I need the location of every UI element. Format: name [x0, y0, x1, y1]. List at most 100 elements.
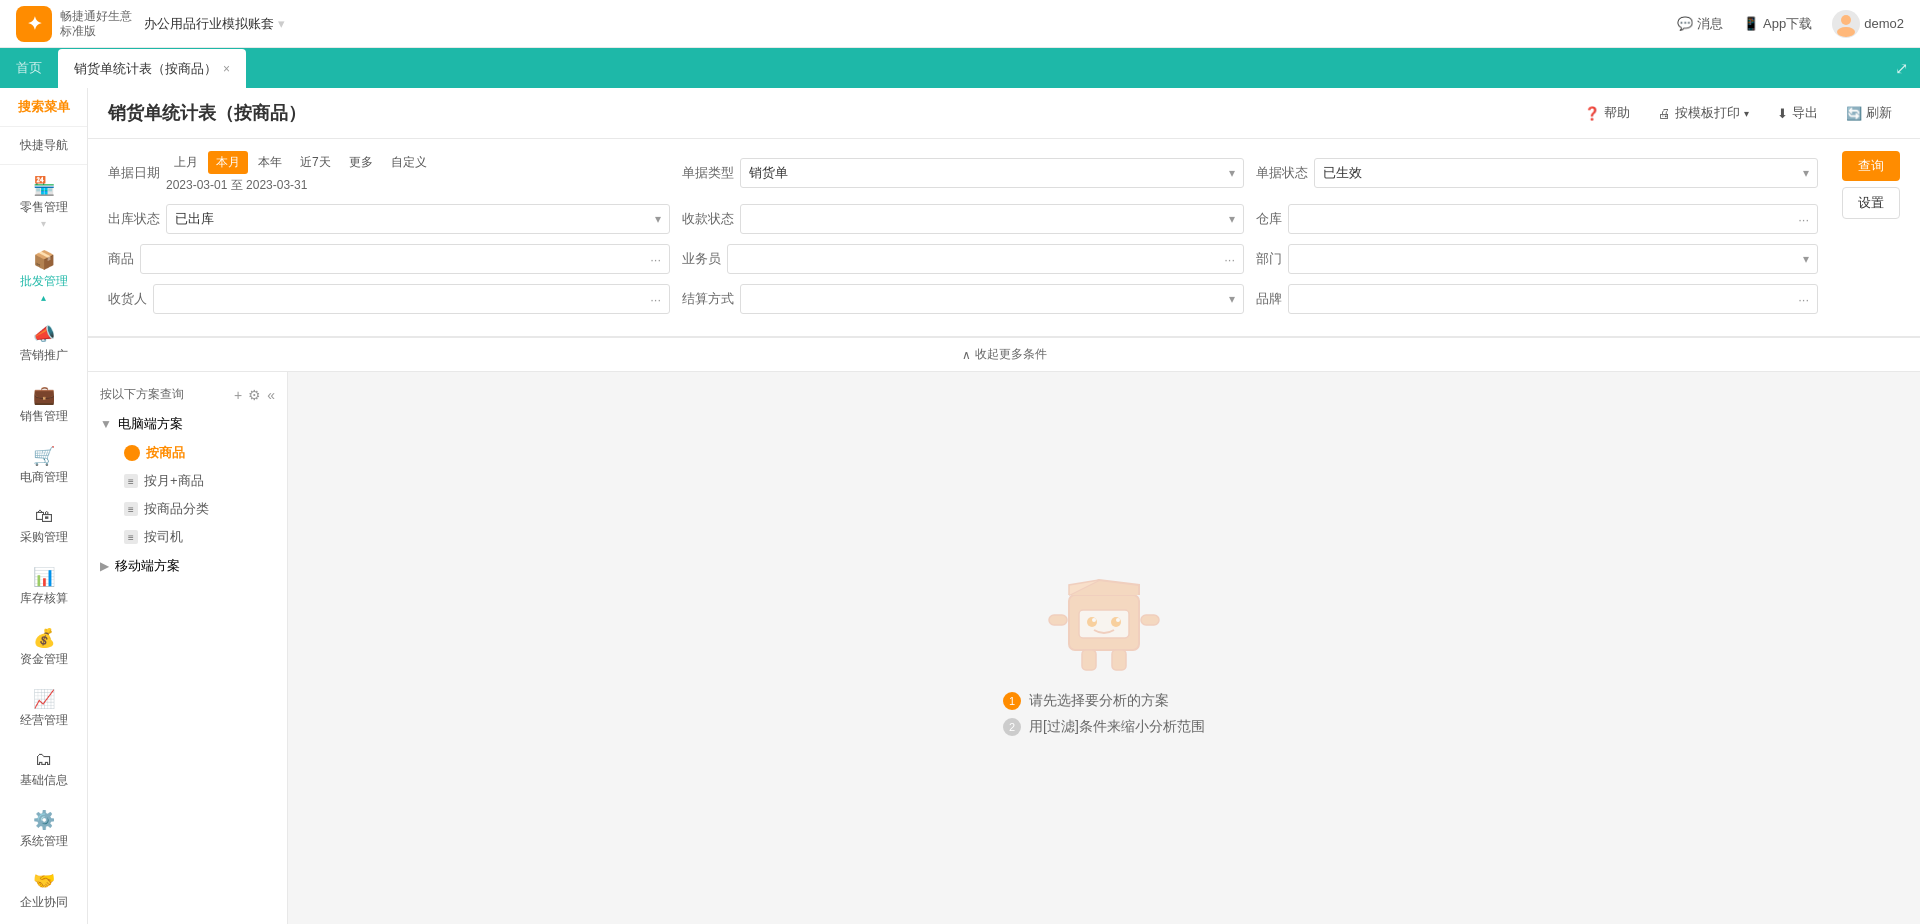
brand-ellipsis: ···	[1798, 292, 1809, 307]
sidebar-search[interactable]: 搜索菜单	[0, 88, 87, 127]
edit-scheme-btn[interactable]: ⚙	[248, 387, 261, 403]
by-goods-icon	[124, 445, 140, 461]
print-icon: 🖨	[1658, 106, 1671, 121]
sidebar-item-marketing[interactable]: 📣 营销推广	[0, 313, 87, 374]
query-button[interactable]: 查询	[1842, 151, 1900, 181]
tab-close-btn[interactable]: ×	[223, 62, 230, 76]
date-this-month-btn[interactable]: 本月	[208, 151, 248, 174]
receiver-field: 收货人 ···	[108, 284, 670, 314]
warehouse-label: 仓库	[1256, 210, 1282, 228]
tab-sales-stats[interactable]: 销货单统计表（按商品） ×	[58, 49, 246, 89]
date-last-month-btn[interactable]: 上月	[166, 151, 206, 174]
tree-sub-item-by-category[interactable]: ≡ 按商品分类	[104, 495, 287, 523]
out-status-chevron: ▾	[655, 212, 661, 226]
left-panel-actions: + ⚙ «	[234, 387, 275, 403]
tab-home[interactable]: 首页	[0, 48, 58, 88]
empty-tip-2: 2 用[过滤]条件来缩小分析范围	[1003, 718, 1205, 736]
department-select[interactable]: ▾	[1288, 244, 1818, 274]
salesperson-ellipsis: ···	[1224, 252, 1235, 267]
refresh-icon: 🔄	[1846, 106, 1862, 121]
logo-area[interactable]: ✦ 畅捷通好生意 标准版	[16, 6, 132, 42]
settlement-field: 结算方式 ▾	[682, 284, 1244, 314]
top-nav: ✦ 畅捷通好生意 标准版 办公用品行业模拟账套 ▾ 💬 消息 📱 App下载 d…	[0, 0, 1920, 48]
out-status-select[interactable]: 已出库 ▾	[166, 204, 670, 234]
goods-input[interactable]: ···	[140, 244, 670, 274]
print-arrow-icon: ▾	[1744, 108, 1749, 119]
message-btn[interactable]: 💬 消息	[1677, 15, 1723, 33]
sidebar-item-purchase[interactable]: 🛍 采购管理	[0, 496, 87, 556]
filter-row-1: 单据日期 上月 本月 本年 近7天 更多 自定义 2023-03-01 至 20…	[108, 151, 1818, 194]
export-btn[interactable]: ⬇ 导出	[1769, 100, 1826, 126]
date-7days-btn[interactable]: 近7天	[292, 151, 339, 174]
operation-icon: 📈	[33, 688, 55, 710]
collapse-icon: ∧	[962, 348, 971, 362]
basic-info-icon: 🗂	[35, 749, 53, 770]
left-panel-title: 按以下方案查询	[100, 386, 184, 403]
marketing-icon: 📣	[33, 323, 55, 345]
salesperson-input[interactable]: ···	[727, 244, 1244, 274]
date-more-btn[interactable]: 更多	[341, 151, 381, 174]
tree-sub-item-by-month-goods[interactable]: ≡ 按月+商品	[104, 467, 287, 495]
enterprise-icon: 🤝	[33, 870, 55, 892]
date-range-text: 2023-03-01 至 2023-03-31	[166, 177, 670, 194]
sidebar-item-inventory[interactable]: 📊 库存核算	[0, 556, 87, 617]
date-this-year-btn[interactable]: 本年	[250, 151, 290, 174]
sidebar-item-retail[interactable]: 🏪 零售管理 ▾	[0, 165, 87, 239]
page-body: 按以下方案查询 + ⚙ « ▼ 电脑端方案 按商品	[88, 372, 1920, 924]
settlement-label: 结算方式	[682, 290, 734, 308]
date-custom-btn[interactable]: 自定义	[383, 151, 435, 174]
brand-input[interactable]: ···	[1288, 284, 1818, 314]
app-download-btn[interactable]: 📱 App下载	[1743, 15, 1812, 33]
user-area[interactable]: demo2	[1832, 10, 1904, 38]
wholesale-icon: 📦	[33, 249, 55, 271]
settings-button[interactable]: 设置	[1842, 187, 1900, 219]
tree-mobile-expand-icon: ▶	[100, 559, 109, 573]
filter-fields: 单据日期 上月 本月 本年 近7天 更多 自定义 2023-03-01 至 20…	[108, 151, 1818, 324]
receiver-label: 收货人	[108, 290, 147, 308]
doc-type-select[interactable]: 销货单 ▾	[740, 158, 1244, 188]
breadcrumb[interactable]: 办公用品行业模拟账套 ▾	[144, 15, 285, 33]
logo-icon: ✦	[16, 6, 52, 42]
left-panel-header: 按以下方案查询 + ⚙ «	[88, 380, 287, 409]
page-header-top: 销货单统计表（按商品） ❓ 帮助 🖨 按模板打印 ▾ ⬇ 导出	[108, 100, 1900, 126]
template-print-btn[interactable]: 🖨 按模板打印 ▾	[1650, 100, 1757, 126]
collapse-panel-btn[interactable]: «	[267, 387, 275, 403]
sidebar-item-finance[interactable]: 💰 资金管理	[0, 617, 87, 678]
doc-status-select[interactable]: 已生效 ▾	[1314, 158, 1818, 188]
collapse-bar[interactable]: ∧ 收起更多条件	[88, 337, 1920, 372]
sidebar-item-sales[interactable]: 💼 销售管理	[0, 374, 87, 435]
goods-ellipsis: ···	[650, 252, 661, 267]
top-nav-left: ✦ 畅捷通好生意 标准版 办公用品行业模拟账套 ▾	[16, 6, 285, 42]
tree-children-desktop: 按商品 ≡ 按月+商品 ≡ 按商品分类 ≡ 按司机	[88, 439, 287, 551]
refresh-btn[interactable]: 🔄 刷新	[1838, 100, 1900, 126]
sidebar-quick-nav[interactable]: 快捷导航	[0, 127, 87, 165]
out-status-label: 出库状态	[108, 210, 160, 228]
receiver-input[interactable]: ···	[153, 284, 670, 314]
empty-tips: 1 请先选择要分析的方案 2 用[过滤]条件来缩小分析范围	[1003, 692, 1205, 736]
content-area: 销货单统计表（按商品） ❓ 帮助 🖨 按模板打印 ▾ ⬇ 导出	[88, 88, 1920, 924]
date-field: 单据日期 上月 本月 本年 近7天 更多 自定义 2023-03-01 至 20…	[108, 151, 670, 194]
settlement-select[interactable]: ▾	[740, 284, 1244, 314]
svg-rect-11	[1112, 650, 1126, 670]
tree-sub-item-by-driver[interactable]: ≡ 按司机	[104, 523, 287, 551]
sidebar-item-ecommerce[interactable]: 🛒 电商管理	[0, 435, 87, 496]
sidebar-item-wholesale[interactable]: 📦 批发管理 ▴	[0, 239, 87, 313]
add-scheme-btn[interactable]: +	[234, 387, 242, 403]
brand-label: 品牌	[1256, 290, 1282, 308]
sidebar-item-enterprise[interactable]: 🤝 企业协同	[0, 860, 87, 921]
payment-status-select[interactable]: ▾	[740, 204, 1244, 234]
goods-label: 商品	[108, 250, 134, 268]
sidebar-item-basic-info[interactable]: 🗂 基础信息	[0, 739, 87, 799]
tree-item-desktop[interactable]: ▼ 电脑端方案	[88, 409, 287, 439]
tree-item-mobile[interactable]: ▶ 移动端方案	[88, 551, 287, 581]
svg-point-6	[1092, 618, 1096, 622]
tree-sub-item-by-goods[interactable]: 按商品	[104, 439, 287, 467]
department-label: 部门	[1256, 250, 1282, 268]
doc-type-chevron: ▾	[1229, 166, 1235, 180]
sidebar-item-operation[interactable]: 📈 经营管理	[0, 678, 87, 739]
doc-type-field: 单据类型 销货单 ▾	[682, 151, 1244, 194]
tab-expand-btn[interactable]: ⤢	[1895, 59, 1908, 78]
warehouse-input[interactable]: ···	[1288, 204, 1818, 234]
sidebar-item-system[interactable]: ⚙️ 系统管理	[0, 799, 87, 860]
help-btn[interactable]: ❓ 帮助	[1576, 100, 1638, 126]
